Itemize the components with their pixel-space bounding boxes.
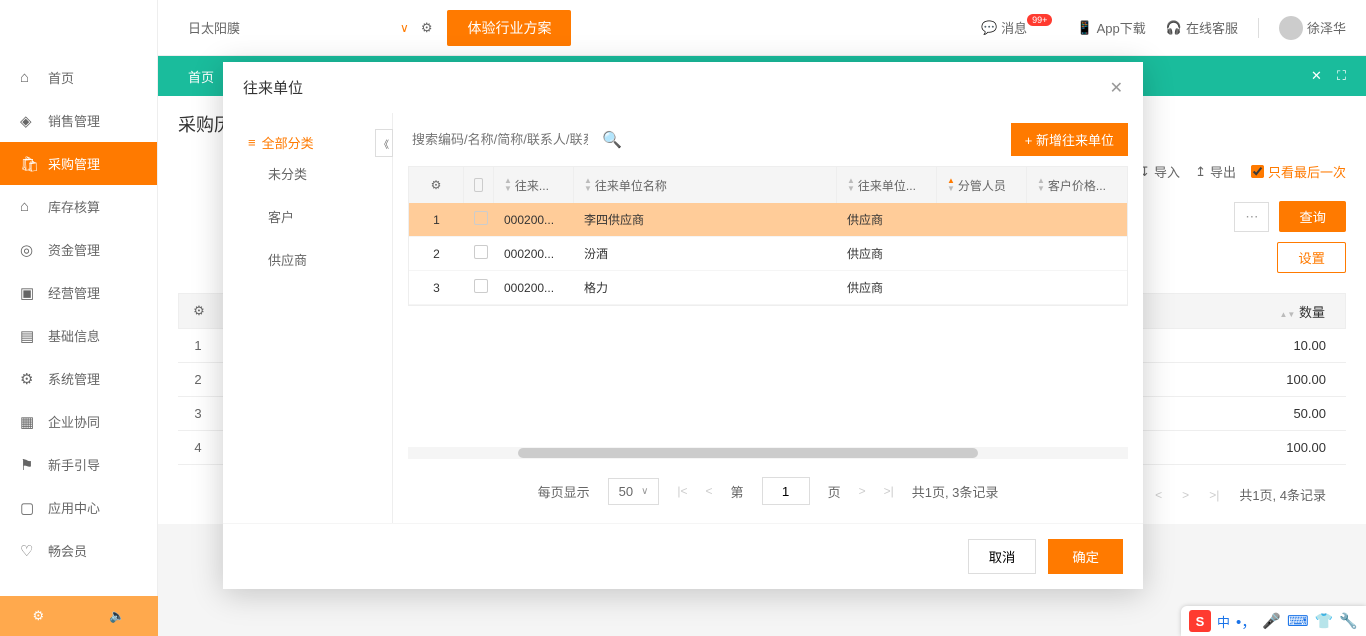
modal-overlay: 往来单位 ✕ ≡全部分类 未分类 客户 供应商 《 🔍 + 新增往来单位 ⚙ (0, 0, 1366, 636)
col-price[interactable]: ▲▼客户价格... (1027, 167, 1127, 203)
list-icon: ≡ (248, 135, 256, 150)
table-row[interactable]: 1 000200... 李四供应商 供应商 (409, 203, 1127, 237)
category-supplier[interactable]: 供应商 (248, 238, 377, 281)
col-gear[interactable]: ⚙ (409, 167, 464, 203)
modal-table-head: ⚙ ▲▼往来... ▲▼往来单位名称 ▲▼往来单位... ▲▼分管人员 ▲▼客户… (409, 167, 1127, 203)
cell-code: 000200... (494, 213, 574, 227)
scrollbar-thumb[interactable] (518, 448, 978, 458)
cell-checkbox[interactable] (464, 245, 494, 262)
cancel-button[interactable]: 取消 (968, 539, 1037, 574)
first-page-icon[interactable]: |< (677, 484, 687, 498)
search-input[interactable] (408, 126, 592, 153)
page-summary: 共1页, 3条记录 (912, 482, 999, 501)
page-size-select[interactable]: 50∨ (608, 478, 660, 505)
modal-header: 往来单位 ✕ (223, 62, 1143, 113)
page-label-post: 页 (828, 482, 841, 501)
last-page-icon[interactable]: >| (884, 484, 894, 498)
modal-body: ≡全部分类 未分类 客户 供应商 《 🔍 + 新增往来单位 ⚙ ▲▼往来... (223, 113, 1143, 523)
cell-num: 1 (409, 213, 464, 227)
next-page-icon[interactable]: > (859, 484, 866, 498)
cell-type: 供应商 (837, 279, 937, 296)
table-row[interactable]: 2 000200... 汾酒 供应商 (409, 237, 1127, 271)
cell-checkbox[interactable] (464, 211, 494, 228)
cell-code: 000200... (494, 247, 574, 261)
cell-name: 汾酒 (574, 245, 837, 262)
modal-table: ⚙ ▲▼往来... ▲▼往来单位名称 ▲▼往来单位... ▲▼分管人员 ▲▼客户… (408, 166, 1128, 306)
page-label-pre: 第 (731, 482, 744, 501)
page-number-input[interactable] (762, 477, 810, 505)
horizontal-scrollbar[interactable] (408, 447, 1128, 459)
cell-num: 2 (409, 247, 464, 261)
chevron-down-icon: ∨ (641, 486, 648, 497)
modal-pagination: 每页显示 50∨ |< < 第 页 > >| 共1页, 3条记录 (408, 459, 1128, 523)
table-panel: 🔍 + 新增往来单位 ⚙ ▲▼往来... ▲▼往来单位名称 ▲▼往来单位... … (393, 113, 1143, 523)
cell-code: 000200... (494, 281, 574, 295)
cell-num: 3 (409, 281, 464, 295)
cell-name: 李四供应商 (574, 211, 837, 228)
prev-page-icon[interactable]: < (706, 484, 713, 498)
cell-type: 供应商 (837, 211, 937, 228)
modal: 往来单位 ✕ ≡全部分类 未分类 客户 供应商 《 🔍 + 新增往来单位 ⚙ (223, 62, 1143, 589)
col-type[interactable]: ▲▼往来单位... (837, 167, 937, 203)
cell-name: 格力 (574, 279, 837, 296)
category-panel: ≡全部分类 未分类 客户 供应商 《 (223, 113, 393, 523)
category-all[interactable]: ≡全部分类 (248, 133, 377, 152)
col-manager[interactable]: ▲▼分管人员 (937, 167, 1027, 203)
col-code[interactable]: ▲▼往来... (494, 167, 574, 203)
table-row[interactable]: 3 000200... 格力 供应商 (409, 271, 1127, 305)
category-unclassified[interactable]: 未分类 (248, 152, 377, 195)
modal-title: 往来单位 (243, 77, 303, 98)
col-checkbox[interactable] (464, 167, 494, 203)
category-customer[interactable]: 客户 (248, 195, 377, 238)
search-row: 🔍 + 新增往来单位 (408, 113, 1128, 166)
cell-checkbox[interactable] (464, 279, 494, 296)
per-page-label: 每页显示 (538, 482, 590, 501)
modal-footer: 取消 确定 (223, 523, 1143, 589)
cell-type: 供应商 (837, 245, 937, 262)
collapse-panel-button[interactable]: 《 (375, 129, 393, 157)
add-unit-button[interactable]: + 新增往来单位 (1011, 123, 1128, 156)
col-name[interactable]: ▲▼往来单位名称 (574, 167, 837, 203)
close-icon[interactable]: ✕ (1110, 78, 1123, 98)
search-icon[interactable]: 🔍 (602, 130, 622, 150)
confirm-button[interactable]: 确定 (1048, 539, 1123, 574)
